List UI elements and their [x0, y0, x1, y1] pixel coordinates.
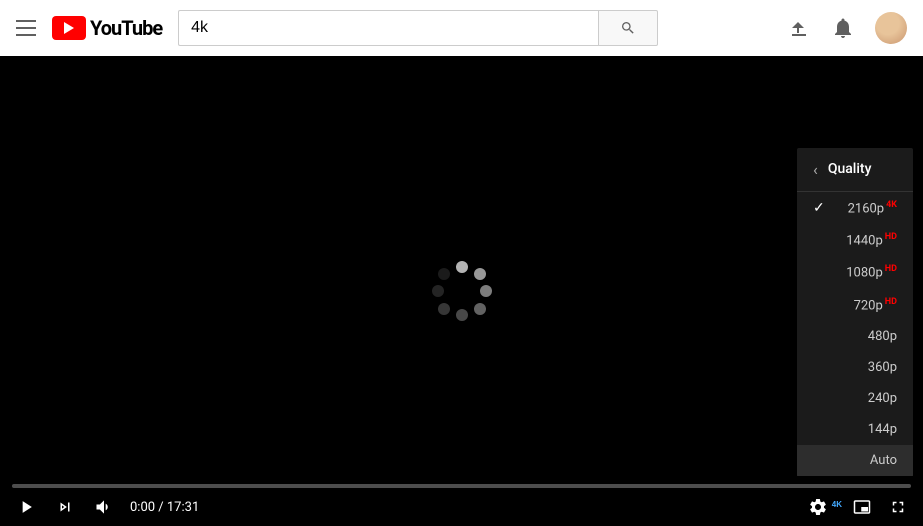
controls-row: 0:00 / 17:31 4K	[12, 488, 911, 526]
quality-label-auto: Auto	[837, 453, 897, 468]
quality-label-720p: 720pHD	[837, 297, 897, 313]
avatar[interactable]	[875, 12, 907, 44]
header-right	[787, 12, 907, 44]
quality-badge-hd-720: HD	[885, 297, 897, 307]
quality-label-360p: 360p	[837, 360, 897, 375]
volume-button[interactable]	[90, 493, 118, 521]
quality-menu-header[interactable]: ‹ Quality	[797, 148, 913, 192]
quality-label-240p: 240p	[837, 391, 897, 406]
settings-icon	[808, 497, 828, 517]
fullscreen-button[interactable]	[885, 494, 911, 520]
quality-option-1080p[interactable]: 1080pHD	[797, 256, 913, 288]
quality-label-1440p: 1440pHD	[837, 232, 897, 248]
fullscreen-icon	[889, 498, 907, 516]
time-display: 0:00 / 17:31	[130, 500, 199, 515]
volume-icon	[94, 497, 114, 517]
quality-option-240p[interactable]: 240p	[797, 383, 913, 414]
spinner-dots	[432, 261, 492, 321]
youtube-wordmark: YouTube	[90, 16, 162, 40]
check-icon: ✓	[813, 200, 829, 216]
search-button[interactable]	[598, 10, 658, 46]
quality-badge-4k: 4K	[886, 200, 897, 210]
header: YouTube	[0, 0, 923, 56]
search-icon	[620, 20, 636, 36]
quality-label-144p: 144p	[837, 422, 897, 437]
youtube-logo[interactable]: YouTube	[52, 16, 162, 40]
settings-wrapper: 4K	[808, 497, 839, 517]
next-icon	[56, 498, 74, 516]
quality-option-720p[interactable]: 720pHD	[797, 289, 913, 321]
search-input[interactable]	[178, 10, 598, 46]
quality-label-2160p: 2160p4K	[837, 200, 897, 216]
quality-option-144p[interactable]: 144p	[797, 414, 913, 445]
play-icon	[16, 497, 36, 517]
back-icon: ‹	[813, 160, 818, 179]
hamburger-menu-button[interactable]	[16, 20, 36, 36]
quality-option-360p[interactable]: 360p	[797, 352, 913, 383]
loading-spinner	[432, 261, 492, 321]
quality-option-2160p[interactable]: ✓ 2160p4K	[797, 192, 913, 224]
controls-right: 4K	[808, 494, 911, 520]
quality-badge-hd-1080: HD	[885, 264, 897, 274]
video-controls: 0:00 / 17:31 4K	[0, 476, 923, 526]
quality-badge-hd-1440: HD	[885, 232, 897, 242]
quality-option-auto[interactable]: Auto	[797, 445, 913, 476]
quality-option-1440p[interactable]: 1440pHD	[797, 224, 913, 256]
settings-badge: 4K	[832, 500, 842, 509]
quality-menu: ‹ Quality ✓ 2160p4K 1440pHD 1080pHD	[797, 148, 913, 476]
header-left: YouTube	[16, 16, 162, 40]
quality-label-1080p: 1080pHD	[837, 264, 897, 280]
video-area: ‹ Quality ✓ 2160p4K 1440pHD 1080pHD	[0, 56, 923, 526]
notifications-icon[interactable]	[831, 16, 855, 40]
miniplayer-icon	[853, 498, 871, 516]
next-button[interactable]	[52, 494, 78, 520]
search-container	[178, 10, 658, 46]
settings-button[interactable]: 4K	[808, 497, 839, 517]
quality-menu-title: Quality	[828, 161, 872, 177]
quality-option-480p[interactable]: 480p	[797, 321, 913, 352]
play-button[interactable]	[12, 493, 40, 521]
upload-icon[interactable]	[787, 16, 811, 40]
miniplayer-button[interactable]	[849, 494, 875, 520]
youtube-icon	[52, 16, 86, 40]
quality-label-480p: 480p	[837, 329, 897, 344]
